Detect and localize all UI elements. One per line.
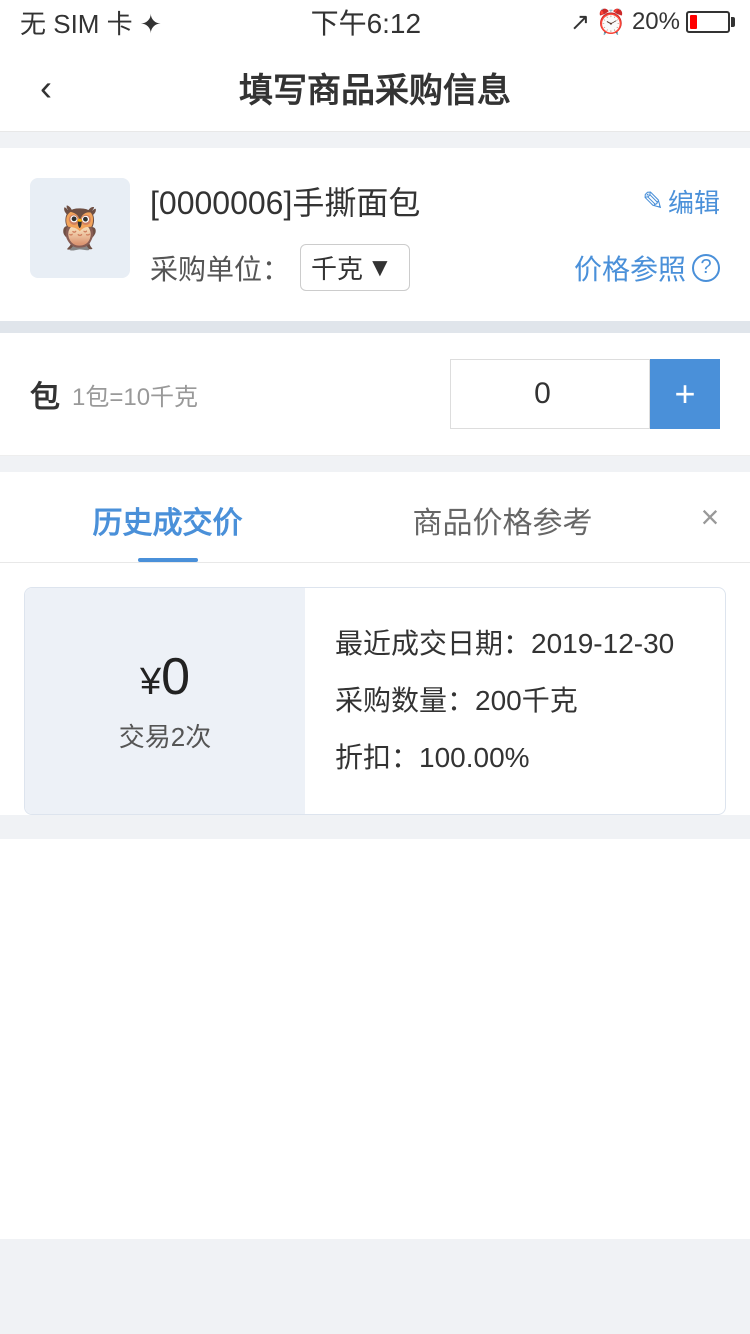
product-info: [0000006]手撕面包 ✎ 编辑 采购单位： 千克 ▼ 价格参照 ? [150, 178, 720, 291]
discount-row: 折扣：100.00% [335, 738, 695, 777]
nav-bar: ‹ 填写商品采购信息 [0, 44, 750, 132]
unit-select[interactable]: 千克 ▼ [300, 244, 410, 291]
quantity-row: 包 1包=10千克 + [0, 333, 750, 456]
tab-bar: 历史成交价 商品价格参考 × [0, 472, 750, 563]
help-icon: ? [692, 254, 720, 282]
quantity-label: 包 1包=10千克 [30, 372, 198, 416]
product-logo-icon: 🦉 [54, 204, 106, 253]
section-divider [0, 321, 750, 333]
alarm-icon: ⏰ [596, 8, 626, 37]
tab-product-price-ref[interactable]: 商品价格参考 [335, 472, 670, 562]
price-ref-button[interactable]: 价格参照 ? [574, 248, 720, 288]
status-right: ↗ ⏰ 20% [570, 8, 730, 37]
dropdown-icon: ▼ [367, 252, 393, 283]
product-name-row: [0000006]手撕面包 ✎ 编辑 [150, 178, 720, 224]
price-value: ¥0 [140, 647, 190, 707]
product-thumbnail: 🦉 [30, 178, 130, 278]
qty-unit-hint: 1包=10千克 [72, 377, 198, 412]
page-title: 填写商品采购信息 [239, 63, 511, 112]
currency-symbol: ¥ [140, 661, 161, 703]
purchase-row: 采购单位： 千克 ▼ 价格参照 ? [150, 244, 720, 291]
purchase-unit: 采购单位： 千克 ▼ [150, 244, 410, 291]
quantity-input-group: + [450, 359, 720, 429]
edit-button[interactable]: ✎ 编辑 [642, 183, 720, 220]
status-left: 无 SIM 卡 ✦ [20, 4, 162, 41]
back-button[interactable]: ‹ [30, 57, 62, 119]
product-card: 🦉 [0000006]手撕面包 ✎ 编辑 采购单位： 千克 ▼ 价格参照 ? [0, 148, 750, 321]
quantity-input[interactable] [450, 359, 650, 429]
latest-date-row: 最近成交日期：2019-12-30 [335, 624, 695, 663]
status-time: 下午6:12 [311, 2, 422, 42]
sim-signal: 无 SIM 卡 ✦ [20, 4, 162, 41]
product-name: [0000006]手撕面包 [150, 178, 420, 224]
transaction-count: 交易2次 [119, 717, 211, 754]
tab-history-price[interactable]: 历史成交价 [0, 472, 335, 562]
history-price-card: ¥0 交易2次 最近成交日期：2019-12-30 采购数量：200千克 折扣：… [24, 587, 726, 815]
edit-icon: ✎ [642, 186, 664, 217]
bottom-space [0, 839, 750, 1239]
battery-percent: 20% [632, 8, 680, 36]
quantity-plus-button[interactable]: + [650, 359, 720, 429]
qty-unit-badge: 包 [30, 372, 60, 416]
status-bar: 无 SIM 卡 ✦ 下午6:12 ↗ ⏰ 20% [0, 0, 750, 44]
battery-icon [686, 11, 730, 33]
tab-close-button[interactable]: × [670, 479, 750, 556]
price-details: 最近成交日期：2019-12-30 采购数量：200千克 折扣：100.00% [305, 588, 725, 814]
tab-section: 历史成交价 商品价格参考 × ¥0 交易2次 最近成交日期：2019-12-30… [0, 472, 750, 815]
location-icon: ↗ [570, 8, 590, 37]
price-summary: ¥0 交易2次 [25, 588, 305, 814]
purchase-qty-row: 采购数量：200千克 [335, 681, 695, 720]
